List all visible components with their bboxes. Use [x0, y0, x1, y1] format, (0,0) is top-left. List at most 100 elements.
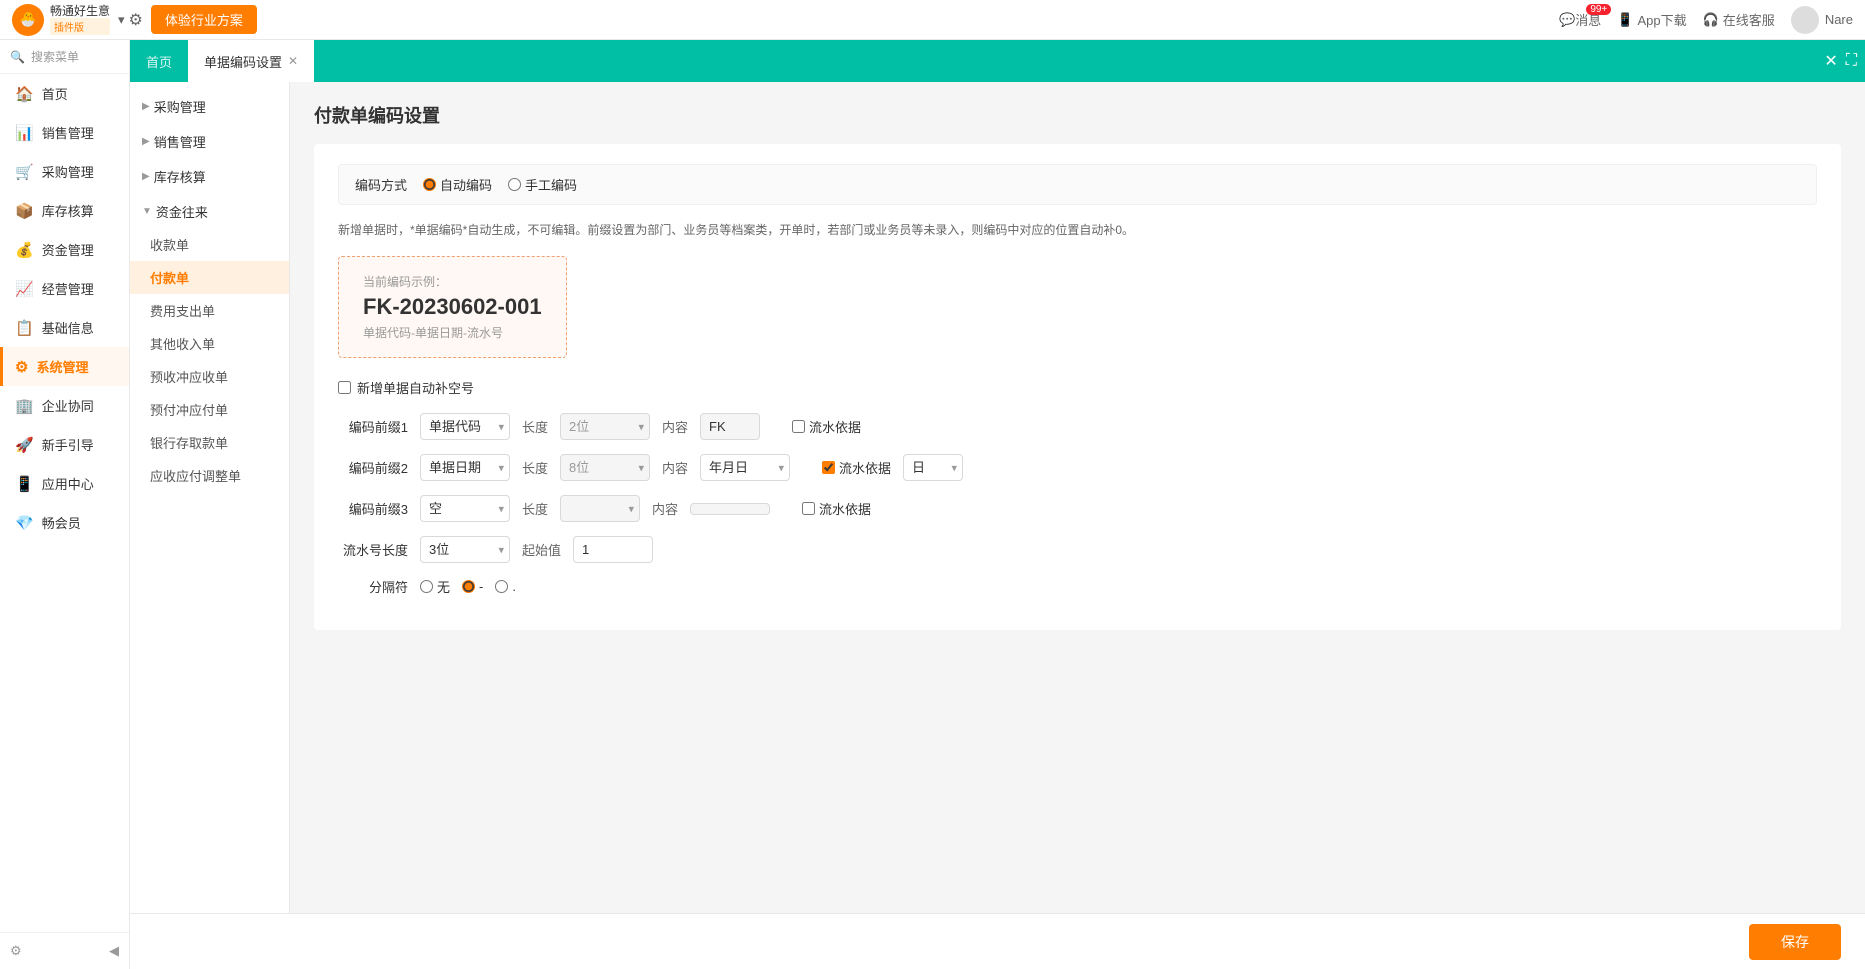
sidebar-item-home[interactable]: 🏠 首页: [0, 74, 129, 113]
prefix2-content-select[interactable]: 年月日: [700, 454, 790, 481]
separator-label: 分隔符: [338, 577, 408, 596]
prefix3-select-wrap[interactable]: 空: [420, 495, 510, 522]
auto-fill-checkbox[interactable]: [338, 381, 351, 394]
prefix1-length-wrap[interactable]: 2位: [560, 413, 650, 440]
prefix1-select[interactable]: 单据代码: [420, 413, 510, 440]
sidebar-collapse-icon[interactable]: ◀: [109, 943, 119, 959]
info-text: 新增单据时，*单据编码*自动生成，不可编辑。前缀设置为部门、业务员等档案类，开单…: [338, 221, 1817, 240]
prefix3-serial-checkbox[interactable]: [802, 502, 815, 515]
prefix2-length-select[interactable]: 8位: [560, 454, 650, 481]
app-center-icon: 📱: [15, 475, 34, 493]
prefix2-content-wrap[interactable]: 年月日: [700, 454, 790, 481]
tab-close-icon[interactable]: ✕: [288, 54, 298, 68]
app-download[interactable]: 📱 App下载: [1617, 10, 1686, 29]
second-sidebar-item-advance-payment[interactable]: 预付冲应付单: [130, 393, 289, 426]
manual-encoding-option[interactable]: 手工编码: [508, 175, 577, 194]
prefix1-serial-checkbox[interactable]: [792, 420, 805, 433]
sidebar-item-sales[interactable]: 📊 销售管理: [0, 113, 129, 152]
prefix2-select-wrap[interactable]: 单据日期: [420, 454, 510, 481]
prefix1-label: 编码前缀1: [338, 417, 408, 436]
bottom-bar: [314, 630, 1841, 686]
separator-dash-option[interactable]: -: [462, 579, 483, 594]
prefix1-select-wrap[interactable]: 单据代码: [420, 413, 510, 440]
second-sidebar-item-ar-ap-adjust[interactable]: 应收应付调整单: [130, 459, 289, 492]
sidebar-item-enterprise[interactable]: 🏢 企业协同: [0, 386, 129, 425]
sidebar-item-guide[interactable]: 🚀 新手引导: [0, 425, 129, 464]
second-sidebar-item-expense[interactable]: 费用支出单: [130, 294, 289, 327]
prefix1-serial-check[interactable]: 流水依据: [792, 417, 861, 436]
second-sidebar-group-inventory-title[interactable]: ▶ 库存核算: [130, 160, 289, 193]
prefix3-length-select[interactable]: [560, 495, 640, 522]
second-sidebar-item-receipt[interactable]: 收款单: [130, 228, 289, 261]
save-button[interactable]: 保存: [1749, 924, 1841, 960]
group-sales-label: 销售管理: [154, 132, 206, 151]
prefix2-serial-unit-wrap[interactable]: 日: [903, 454, 963, 481]
prefix3-content-value: [690, 503, 770, 515]
user-info[interactable]: Nare: [1791, 6, 1853, 34]
system-icon: ⚙: [15, 358, 28, 376]
prefix2-length-wrap[interactable]: 8位: [560, 454, 650, 481]
sidebar-item-app[interactable]: 📱 应用中心: [0, 464, 129, 503]
second-sidebar-group-purchase-title[interactable]: ▶ 采购管理: [130, 90, 289, 123]
prefix3-serial-check[interactable]: 流水依据: [802, 499, 871, 518]
separator-dot-radio[interactable]: [495, 580, 508, 593]
prefix2-serial-label: 流水依据: [839, 458, 891, 477]
sidebar-item-fund[interactable]: 💰 资金管理: [0, 230, 129, 269]
tabbar-close-button[interactable]: ✕: [1824, 51, 1837, 71]
prefix3-select[interactable]: 空: [420, 495, 510, 522]
nav-expand-icon[interactable]: ▾: [118, 12, 125, 28]
serial-start-input[interactable]: [573, 536, 653, 563]
prefix1-length-select[interactable]: 2位: [560, 413, 650, 440]
auto-encoding-radio[interactable]: [423, 178, 436, 191]
nav-settings-icon[interactable]: ⚙: [129, 10, 143, 30]
prefix3-label: 编码前缀3: [338, 499, 408, 518]
search-icon: 🔍: [10, 50, 25, 64]
prefix2-select[interactable]: 单据日期: [420, 454, 510, 481]
second-sidebar-group-fund-title[interactable]: ▼ 资金往来: [130, 195, 289, 228]
service-icon: 🎧: [1703, 12, 1719, 28]
second-sidebar-item-advance-receipt[interactable]: 预收冲应收单: [130, 360, 289, 393]
sidebar-label-fund: 资金管理: [42, 240, 94, 259]
second-sidebar-item-payment[interactable]: 付款单: [130, 261, 289, 294]
tabbar: 首页 单据编码设置 ✕ ✕ ⛶: [130, 40, 1865, 82]
sidebar-label-vip: 畅会员: [42, 513, 81, 532]
sidebar-item-basic[interactable]: 📋 基础信息: [0, 308, 129, 347]
sidebar-label-enterprise: 企业协同: [42, 396, 94, 415]
manual-encoding-radio[interactable]: [508, 178, 521, 191]
logo-text: 畅通好生意: [50, 4, 110, 18]
sidebar-search[interactable]: 🔍 搜索菜单: [0, 40, 129, 74]
serial-length-select[interactable]: 3位: [420, 536, 510, 563]
separator-none-radio[interactable]: [420, 580, 433, 593]
sidebar-settings-icon[interactable]: ⚙: [10, 943, 22, 959]
serial-length-wrap[interactable]: 3位: [420, 536, 510, 563]
tab-serial-setting[interactable]: 单据编码设置 ✕: [188, 40, 314, 82]
sidebar-label-app: 应用中心: [42, 474, 94, 493]
chevron-right-icon3: ▶: [142, 171, 150, 182]
prefix2-label: 编码前缀2: [338, 458, 408, 477]
second-sidebar-item-bank-deposit[interactable]: 银行存取款单: [130, 426, 289, 459]
online-service[interactable]: 🎧 在线客服: [1703, 10, 1775, 29]
tab-home[interactable]: 首页: [130, 40, 188, 82]
prefix2-serial-checkbox[interactable]: [822, 461, 835, 474]
sidebar-item-inventory[interactable]: 📦 库存核算: [0, 191, 129, 230]
sidebar-item-operation[interactable]: 📈 经营管理: [0, 269, 129, 308]
second-sidebar-item-other-income[interactable]: 其他收入单: [130, 327, 289, 360]
prefix3-length-wrap[interactable]: [560, 495, 640, 522]
prefix2-serial-unit-select[interactable]: 日: [903, 454, 963, 481]
separator-none-option[interactable]: 无: [420, 577, 450, 596]
prefix2-serial-check[interactable]: 流水依据: [822, 458, 891, 477]
auto-encoding-option[interactable]: 自动编码: [423, 175, 492, 194]
user-name: Nare: [1825, 12, 1853, 27]
second-sidebar-group-inventory: ▶ 库存核算: [130, 160, 289, 193]
second-sidebar-group-sales-title[interactable]: ▶ 销售管理: [130, 125, 289, 158]
message-badge-wrap[interactable]: 💬 消息 99+: [1559, 10, 1601, 29]
sidebar-item-purchase[interactable]: 🛒 采购管理: [0, 152, 129, 191]
sidebar-item-vip[interactable]: 💎 畅会员: [0, 503, 129, 542]
tabbar-fullscreen-button[interactable]: ⛶: [1846, 52, 1857, 70]
separator-dot-option[interactable]: .: [495, 579, 516, 594]
encoding-radio-group: 自动编码 手工编码: [423, 175, 577, 194]
separator-dash-radio[interactable]: [462, 580, 475, 593]
preview-label: 当前编码示例：: [363, 273, 542, 290]
trial-button[interactable]: 体验行业方案: [151, 5, 257, 34]
sidebar-item-system[interactable]: ⚙ 系统管理: [0, 347, 129, 386]
